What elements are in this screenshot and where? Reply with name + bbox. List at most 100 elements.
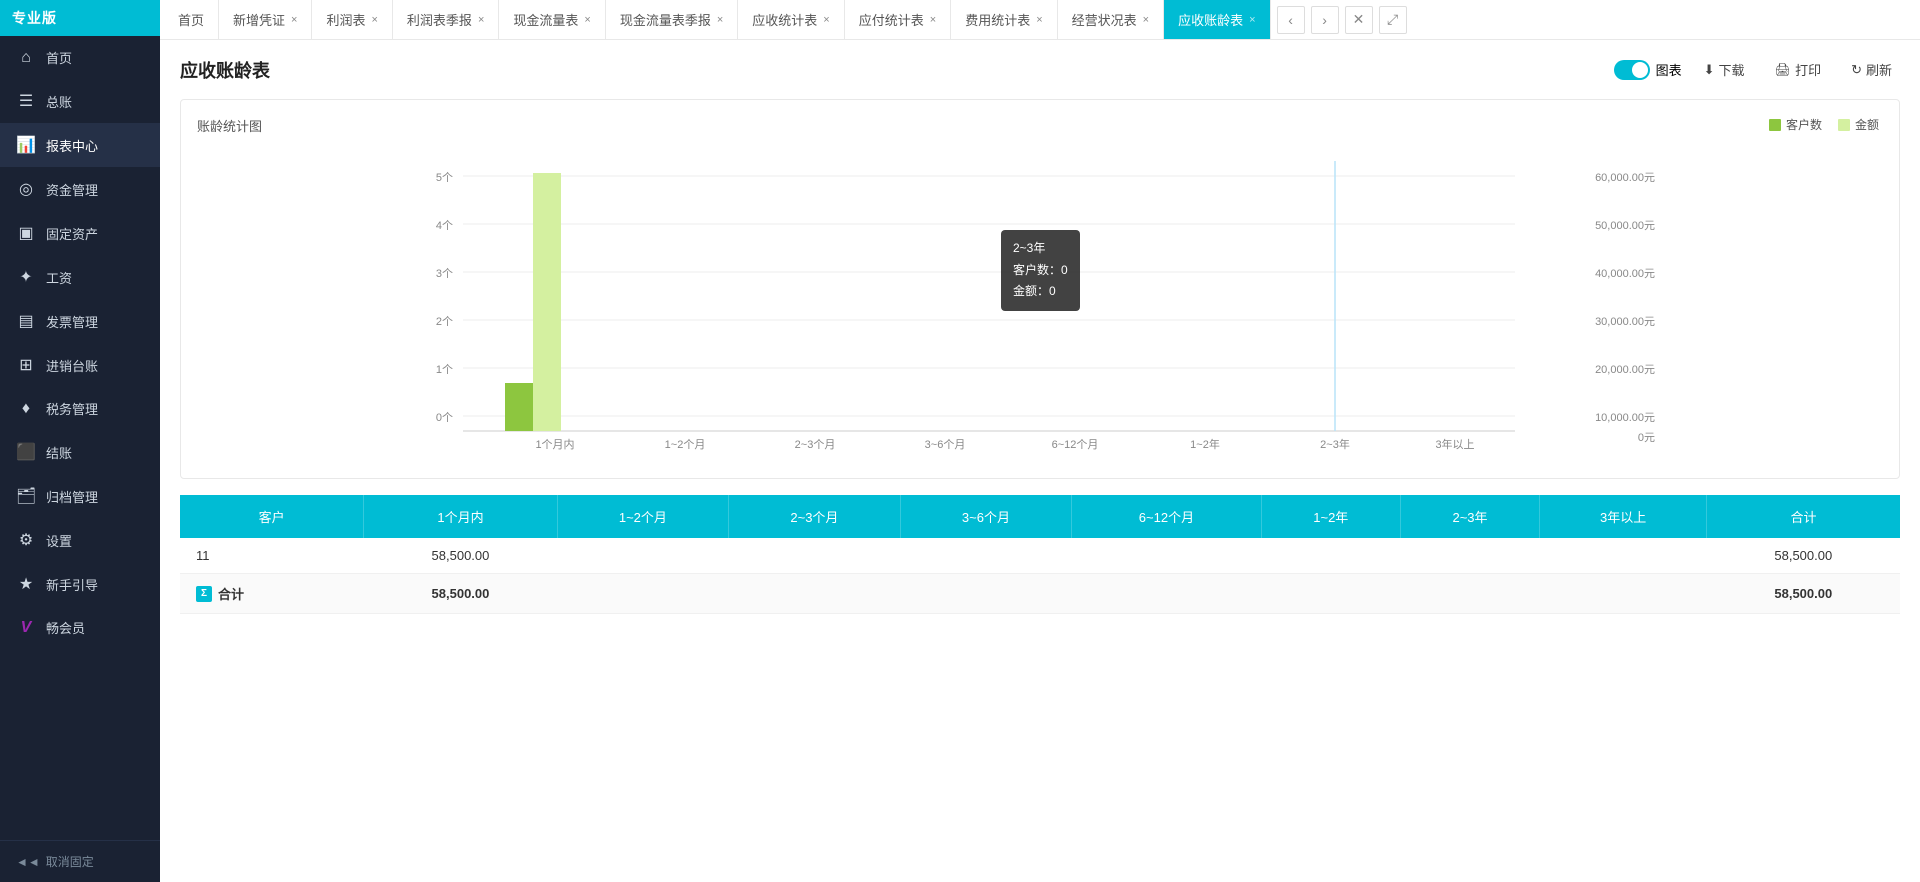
svg-text:50,000.00元: 50,000.00元 <box>1595 220 1655 232</box>
svg-text:2个: 2个 <box>436 315 453 328</box>
tab-ar-aging-label: 应收账龄表 <box>1178 10 1243 29</box>
tab-expense-stats-label: 费用统计表 <box>965 10 1030 29</box>
sidebar-item-assets[interactable]: ▣ 固定资产 <box>0 211 160 255</box>
tab-profit-quarter[interactable]: 利润表季报 × <box>393 0 499 40</box>
tax-icon: ♦ <box>16 400 36 418</box>
content-area: 应收账龄表 图表 ⬇ 下载 🖨 打印 ↻ <box>160 40 1920 882</box>
sidebar-item-label: 税务管理 <box>46 399 98 418</box>
sidebar-item-label: 设置 <box>46 531 72 550</box>
svg-text:1个月内: 1个月内 <box>535 437 574 451</box>
guide-icon: ★ <box>16 574 36 594</box>
refresh-btn[interactable]: ↻ 刷新 <box>1843 56 1900 83</box>
sidebar-item-member[interactable]: V 畅会员 <box>0 606 160 649</box>
cell-m36 <box>900 538 1072 574</box>
col-header-y12: 1~2年 <box>1261 495 1400 538</box>
sidebar-item-archive[interactable]: 🗂 归档管理 <box>0 474 160 518</box>
sidebar-item-reports[interactable]: 📊 报表中心 <box>0 123 160 167</box>
sidebar-item-label: 首页 <box>46 48 72 67</box>
tab-cashflow-label: 现金流量表 <box>513 10 578 29</box>
tab-close-all-btn[interactable]: ✕ <box>1345 6 1373 34</box>
tab-voucher[interactable]: 新增凭证 × <box>219 0 312 40</box>
sidebar-item-guide[interactable]: ★ 新手引导 <box>0 562 160 606</box>
chart-toggle-wrap: 图表 <box>1614 60 1682 80</box>
tab-ap-stats-close[interactable]: × <box>930 14 936 26</box>
svg-text:0元: 0元 <box>1638 432 1655 444</box>
cell-m612 <box>1072 538 1261 574</box>
sidebar-item-label: 固定资产 <box>46 224 98 243</box>
archive-icon: 🗂 <box>16 486 36 506</box>
bar-m1-amount <box>533 173 561 431</box>
svg-text:10,000.00元: 10,000.00元 <box>1595 412 1655 424</box>
tab-ar-aging[interactable]: 应收账龄表 × <box>1164 0 1270 40</box>
sidebar-item-closing[interactable]: ⬛ 结账 <box>0 430 160 474</box>
sidebar-item-home[interactable]: ⌂ 首页 <box>0 36 160 79</box>
sidebar-item-salary[interactable]: ✦ 工资 <box>0 255 160 299</box>
tab-ar-stats[interactable]: 应收统计表 × <box>738 0 844 40</box>
svg-text:0个: 0个 <box>436 411 453 424</box>
chart-title: 账龄统计图 <box>197 116 1883 135</box>
print-label: 打印 <box>1795 60 1821 79</box>
tab-voucher-label: 新增凭证 <box>233 10 285 29</box>
page-title: 应收账龄表 <box>180 57 270 83</box>
sales-icon: ⊞ <box>16 355 36 375</box>
tab-business-stats-close[interactable]: × <box>1143 14 1149 26</box>
tab-home[interactable]: 首页 <box>164 0 219 40</box>
sidebar-toggle-pin[interactable]: ◄◄ 取消固定 <box>0 840 160 882</box>
sidebar-item-settings[interactable]: ⚙ 设置 <box>0 518 160 562</box>
salary-icon: ✦ <box>16 267 36 287</box>
svg-text:40,000.00元: 40,000.00元 <box>1595 268 1655 280</box>
sidebar-item-sales[interactable]: ⊞ 进销台账 <box>0 343 160 387</box>
tab-cashflow[interactable]: 现金流量表 × <box>499 0 605 40</box>
sidebar-item-label: 工资 <box>46 268 72 287</box>
tab-voucher-close[interactable]: × <box>291 14 297 26</box>
sidebar-item-ledger[interactable]: ☰ 总账 <box>0 79 160 123</box>
table-header-row: 客户 1个月内 1~2个月 2~3个月 3~6个月 6~12个月 1~2年 2~… <box>180 495 1900 538</box>
tab-business-stats-label: 经营状况表 <box>1072 10 1137 29</box>
header-actions: 图表 ⬇ 下载 🖨 打印 ↻ 刷新 <box>1614 56 1900 83</box>
print-btn[interactable]: 🖨 打印 <box>1767 56 1830 83</box>
tab-ar-aging-close[interactable]: × <box>1249 14 1255 26</box>
settings-icon: ⚙ <box>16 530 36 550</box>
tab-profit[interactable]: 利润表 × <box>312 0 392 40</box>
member-icon: V <box>16 619 36 637</box>
svg-text:1~2个月: 1~2个月 <box>665 438 706 451</box>
sidebar-item-funds[interactable]: ◎ 资金管理 <box>0 167 160 211</box>
cell-customer: 11 <box>180 538 364 574</box>
ledger-icon: ☰ <box>16 91 36 111</box>
tab-profit-quarter-label: 利润表季报 <box>407 10 472 29</box>
tab-cashflow-close[interactable]: × <box>584 14 590 26</box>
tab-cashflow-quarter[interactable]: 现金流量表季报 × <box>606 0 738 40</box>
home-icon: ⌂ <box>16 49 36 67</box>
tab-profit-quarter-close[interactable]: × <box>478 14 484 26</box>
svg-text:20,000.00元: 20,000.00元 <box>1595 364 1655 376</box>
tab-home-label: 首页 <box>178 10 204 29</box>
total-cell-y12 <box>1261 574 1400 614</box>
tab-next-btn[interactable]: › <box>1311 6 1339 34</box>
bar-m1-count <box>505 383 533 431</box>
chart-toggle[interactable] <box>1614 60 1650 80</box>
invoice-icon: ▤ <box>16 311 36 331</box>
legend-customer-count: 客户数 <box>1769 116 1822 133</box>
data-table: 客户 1个月内 1~2个月 2~3个月 3~6个月 6~12个月 1~2年 2~… <box>180 495 1900 614</box>
print-icon: 🖨 <box>1775 62 1792 78</box>
tab-business-stats[interactable]: 经营状况表 × <box>1058 0 1164 40</box>
tab-profit-close[interactable]: × <box>371 14 377 26</box>
col-header-m36: 3~6个月 <box>900 495 1072 538</box>
tab-prev-btn[interactable]: ‹ <box>1277 6 1305 34</box>
tab-expense-stats-close[interactable]: × <box>1036 14 1042 26</box>
tab-ar-stats-close[interactable]: × <box>823 14 829 26</box>
download-btn[interactable]: ⬇ 下载 <box>1696 56 1753 83</box>
total-cell-m1: 58,500.00 <box>364 574 557 614</box>
sidebar-item-tax[interactable]: ♦ 税务管理 <box>0 387 160 430</box>
refresh-icon: ↻ <box>1851 62 1862 78</box>
main-area: 首页 新增凭证 × 利润表 × 利润表季报 × 现金流量表 × 现金流量表季报 … <box>160 0 1920 882</box>
tab-cashflow-quarter-label: 现金流量表季报 <box>620 10 711 29</box>
total-cell-m23 <box>729 574 901 614</box>
tab-expense-stats[interactable]: 费用统计表 × <box>951 0 1057 40</box>
tab-ap-stats[interactable]: 应付统计表 × <box>845 0 951 40</box>
sidebar-item-label: 发票管理 <box>46 312 98 331</box>
sidebar-item-invoice[interactable]: ▤ 发票管理 <box>0 299 160 343</box>
svg-text:3~6个月: 3~6个月 <box>925 438 966 451</box>
tab-cashflow-quarter-close[interactable]: × <box>717 14 723 26</box>
tab-maximize-btn[interactable]: ⤢ <box>1379 6 1407 34</box>
